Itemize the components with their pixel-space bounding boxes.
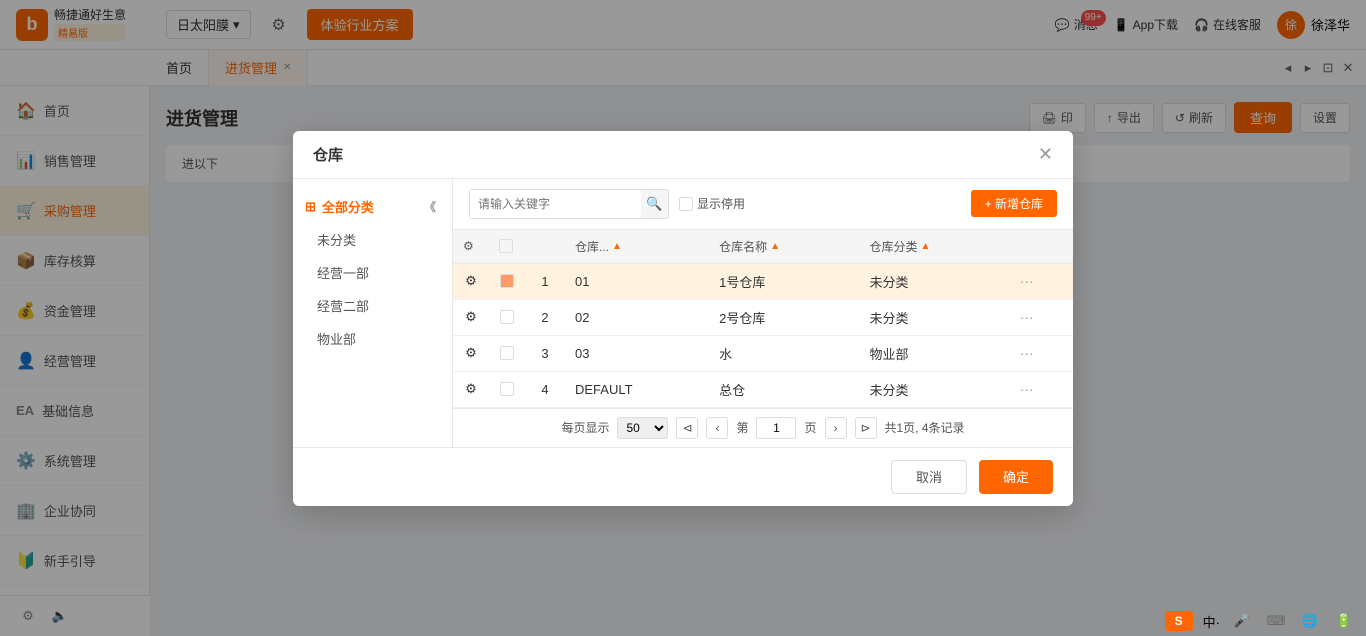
page-next-btn[interactable]: › — [825, 417, 847, 439]
modal-title: 仓库 — [313, 144, 343, 165]
row-gear[interactable]: ⚙ — [453, 299, 489, 335]
show-disabled-label: 显示停用 — [697, 195, 745, 212]
modal-body: ⊞ 全部分类 《 未分类 经营一部 经营二部 物业部 🔍 — [293, 179, 1073, 447]
row-category: 未分类 — [859, 371, 1009, 407]
row-num: 3 — [525, 335, 565, 371]
cat-item-ops1[interactable]: 经营一部 — [293, 256, 452, 289]
th-check[interactable] — [489, 230, 525, 264]
row-checkbox[interactable] — [489, 371, 525, 407]
row-gear[interactable]: ⚙ — [453, 335, 489, 371]
select-all-checkbox[interactable] — [499, 239, 513, 253]
row-name: 水 — [709, 335, 859, 371]
th-gear[interactable]: ⚙ — [453, 230, 489, 264]
add-warehouse-btn[interactable]: + 新增仓库 — [971, 190, 1057, 217]
row-num: 4 — [525, 371, 565, 407]
table-row[interactable]: ⚙ 1 01 1号仓库 未分类 ··· — [453, 263, 1073, 299]
modal-category-sidebar: ⊞ 全部分类 《 未分类 经营一部 经营二部 物业部 — [293, 179, 453, 447]
th-code[interactable]: 仓库... ▲ — [565, 230, 709, 264]
table-row[interactable]: ⚙ 4 DEFAULT 总仓 未分类 ··· — [453, 371, 1073, 407]
modal-table-wrap: ⚙ 仓库... ▲ — [453, 230, 1073, 408]
row-checkbox[interactable] — [489, 335, 525, 371]
th-code-label: 仓库... — [575, 238, 609, 255]
page-last-btn[interactable]: ⊳ — [855, 417, 877, 439]
cat-item-uncategorized[interactable]: 未分类 — [293, 223, 452, 256]
row-more[interactable]: ··· — [1010, 335, 1073, 371]
search-icon[interactable]: 🔍 — [641, 189, 668, 219]
mic-icon[interactable]: 🎤 — [1230, 609, 1254, 633]
page-input[interactable] — [756, 417, 796, 439]
row-gear[interactable]: ⚙ — [453, 263, 489, 299]
modal-pagination: 每页显示 102050100 ⊲ ‹ 第 页 › ⊳ 共1页, 4条记录 — [453, 408, 1073, 447]
row-more[interactable]: ··· — [1010, 299, 1073, 335]
row-code: 02 — [565, 299, 709, 335]
modal-overlay[interactable]: 仓库 ✕ ⊞ 全部分类 《 未分类 经营一部 经营二部 物业部 — [0, 0, 1366, 636]
page-label: 第 — [736, 419, 748, 436]
confirm-btn[interactable]: 确定 — [979, 460, 1053, 494]
show-disabled-checkbox[interactable] — [679, 197, 693, 211]
th-num — [525, 230, 565, 264]
th-category[interactable]: 仓库分类 ▲ — [859, 230, 1009, 264]
battery-icon[interactable]: 🔋 — [1332, 609, 1356, 633]
row-category: 物业部 — [859, 335, 1009, 371]
page-unit: 页 — [804, 419, 816, 436]
collapse-btn[interactable]: 《 — [420, 197, 440, 217]
th-actions — [1010, 230, 1073, 264]
search-input-wrap: 🔍 — [469, 189, 669, 219]
table-row[interactable]: ⚙ 3 03 水 物业部 ··· — [453, 335, 1073, 371]
page-size-label: 每页显示 — [561, 419, 609, 436]
th-name-label: 仓库名称 — [719, 238, 767, 255]
row-name: 1号仓库 — [709, 263, 859, 299]
grid-icon: ⊞ — [305, 199, 316, 215]
row-category: 未分类 — [859, 299, 1009, 335]
row-num: 2 — [525, 299, 565, 335]
row-gear[interactable]: ⚙ — [453, 371, 489, 407]
page-prev-btn[interactable]: ‹ — [706, 417, 728, 439]
row-num: 1 — [525, 263, 565, 299]
row-code: 01 — [565, 263, 709, 299]
modal-close-icon[interactable]: ✕ — [1038, 144, 1053, 165]
warehouse-modal: 仓库 ✕ ⊞ 全部分类 《 未分类 经营一部 经营二部 物业部 — [293, 131, 1073, 506]
sort-icon-name: ▲ — [770, 241, 780, 252]
cat-item-property[interactable]: 物业部 — [293, 322, 452, 355]
modal-main: 🔍 显示停用 + 新增仓库 ⚙ — [453, 179, 1073, 447]
s-logo: S — [1165, 611, 1193, 631]
row-category: 未分类 — [859, 263, 1009, 299]
all-category-label[interactable]: 全部分类 — [322, 197, 374, 216]
zh-label: 中· — [1203, 612, 1220, 631]
cat-item-ops2[interactable]: 经营二部 — [293, 289, 452, 322]
cancel-btn[interactable]: 取消 — [891, 460, 967, 494]
row-code: 03 — [565, 335, 709, 371]
row-name: 2号仓库 — [709, 299, 859, 335]
row-checkbox[interactable] — [489, 263, 525, 299]
show-disabled-wrap[interactable]: 显示停用 — [679, 195, 745, 212]
sort-icon-category: ▲ — [920, 241, 930, 252]
modal-search-bar: 🔍 显示停用 + 新增仓库 — [453, 179, 1073, 230]
page-size-select[interactable]: 102050100 — [617, 417, 668, 439]
status-bar: S 中· 🎤 ⌨ 🌐 🔋 — [1155, 606, 1366, 636]
cat-header: ⊞ 全部分类 《 — [293, 191, 452, 223]
keyboard-icon[interactable]: ⌨ — [1264, 609, 1288, 633]
row-more[interactable]: ··· — [1010, 263, 1073, 299]
row-code: DEFAULT — [565, 371, 709, 407]
th-name[interactable]: 仓库名称 ▲ — [709, 230, 859, 264]
table-header-row: ⚙ 仓库... ▲ — [453, 230, 1073, 264]
sort-icon-code: ▲ — [612, 241, 622, 252]
modal-action-footer: 取消 确定 — [293, 447, 1073, 506]
row-name: 总仓 — [709, 371, 859, 407]
modal-header: 仓库 ✕ — [293, 131, 1073, 179]
th-category-label: 仓库分类 — [869, 238, 917, 255]
row-checkbox[interactable] — [489, 299, 525, 335]
network-icon[interactable]: 🌐 — [1298, 609, 1322, 633]
total-info: 共1页, 4条记录 — [885, 419, 965, 436]
row-more[interactable]: ··· — [1010, 371, 1073, 407]
table-row[interactable]: ⚙ 2 02 2号仓库 未分类 ··· — [453, 299, 1073, 335]
warehouse-table: ⚙ 仓库... ▲ — [453, 230, 1073, 408]
page-first-btn[interactable]: ⊲ — [676, 417, 698, 439]
search-input[interactable] — [470, 190, 641, 218]
